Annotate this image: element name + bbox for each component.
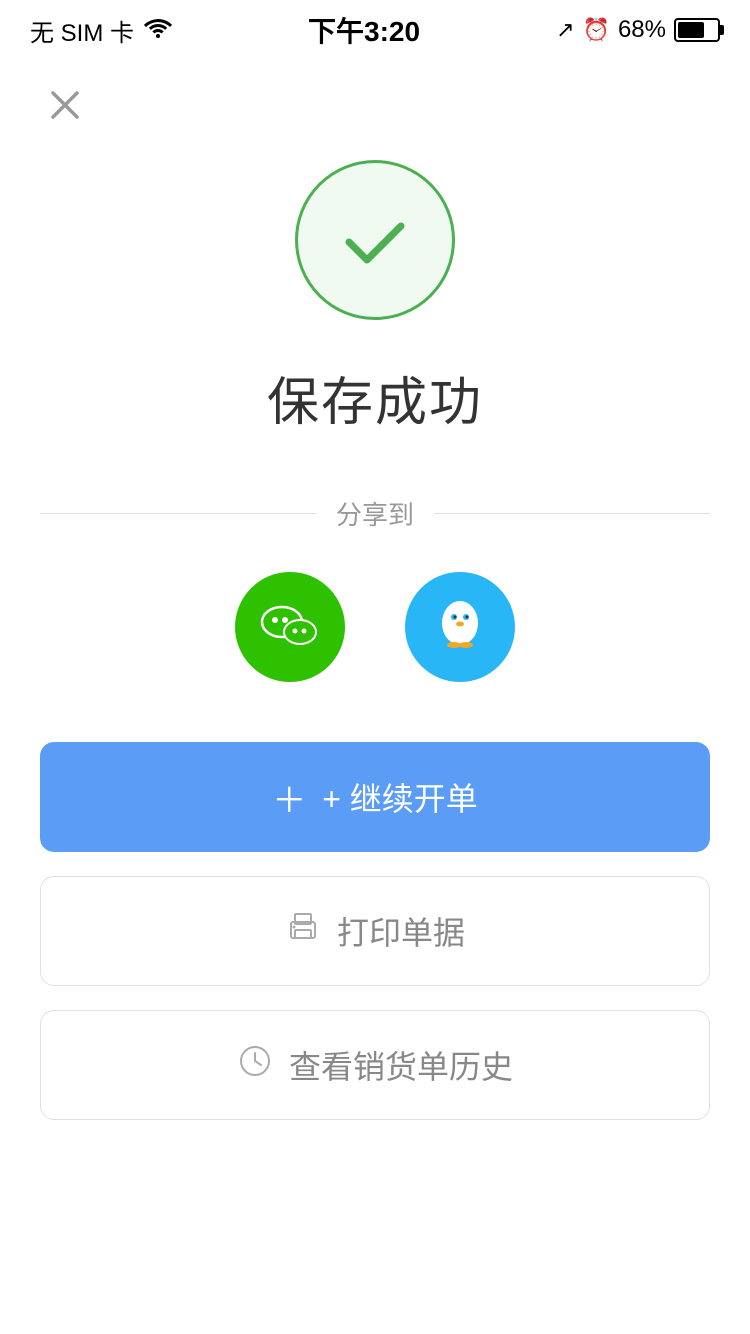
- plus-icon: ＋: [272, 773, 306, 822]
- time-display: 下午3:20: [308, 10, 420, 50]
- wechat-icon: [258, 600, 323, 655]
- battery-bar: [674, 18, 720, 42]
- share-icons: [40, 572, 710, 682]
- share-section: 分享到: [40, 495, 710, 682]
- status-bar: 无 SIM 卡 下午3:20 ↗ ⏰ 68%: [0, 0, 750, 60]
- print-button[interactable]: 打印单据: [40, 876, 710, 986]
- qq-icon: [430, 595, 490, 660]
- carrier-text: 无 SIM 卡: [30, 13, 134, 48]
- qq-share-button[interactable]: [405, 572, 515, 682]
- main-content: 保存成功 分享到: [0, 60, 750, 1160]
- divider-right: [434, 513, 710, 514]
- history-btn-label: 查看销货单历史: [289, 1042, 513, 1088]
- location-icon: ↗: [556, 17, 574, 43]
- continue-btn-label: + 继续开单: [322, 774, 478, 820]
- share-label: 分享到: [316, 495, 434, 532]
- success-circle: [295, 160, 455, 320]
- wifi-icon: [144, 16, 172, 45]
- wechat-share-button[interactable]: [235, 572, 345, 682]
- checkmark-icon: [335, 200, 415, 280]
- history-icon: [237, 1043, 273, 1087]
- action-buttons: ＋ + 继续开单 打印单据 查看销货单历史: [40, 742, 710, 1120]
- success-title: 保存成功: [267, 360, 483, 435]
- print-icon: [285, 910, 321, 952]
- alarm-icon: ⏰: [583, 17, 610, 43]
- print-btn-label: 打印单据: [337, 908, 465, 954]
- divider-left: [40, 513, 316, 514]
- battery-text: 68%: [618, 16, 666, 44]
- share-divider: 分享到: [40, 495, 710, 532]
- continue-order-button[interactable]: ＋ + 继续开单: [40, 742, 710, 852]
- history-button[interactable]: 查看销货单历史: [40, 1010, 710, 1120]
- status-right: ↗ ⏰ 68%: [556, 16, 720, 44]
- close-button[interactable]: [40, 80, 90, 130]
- status-left: 无 SIM 卡: [30, 13, 172, 48]
